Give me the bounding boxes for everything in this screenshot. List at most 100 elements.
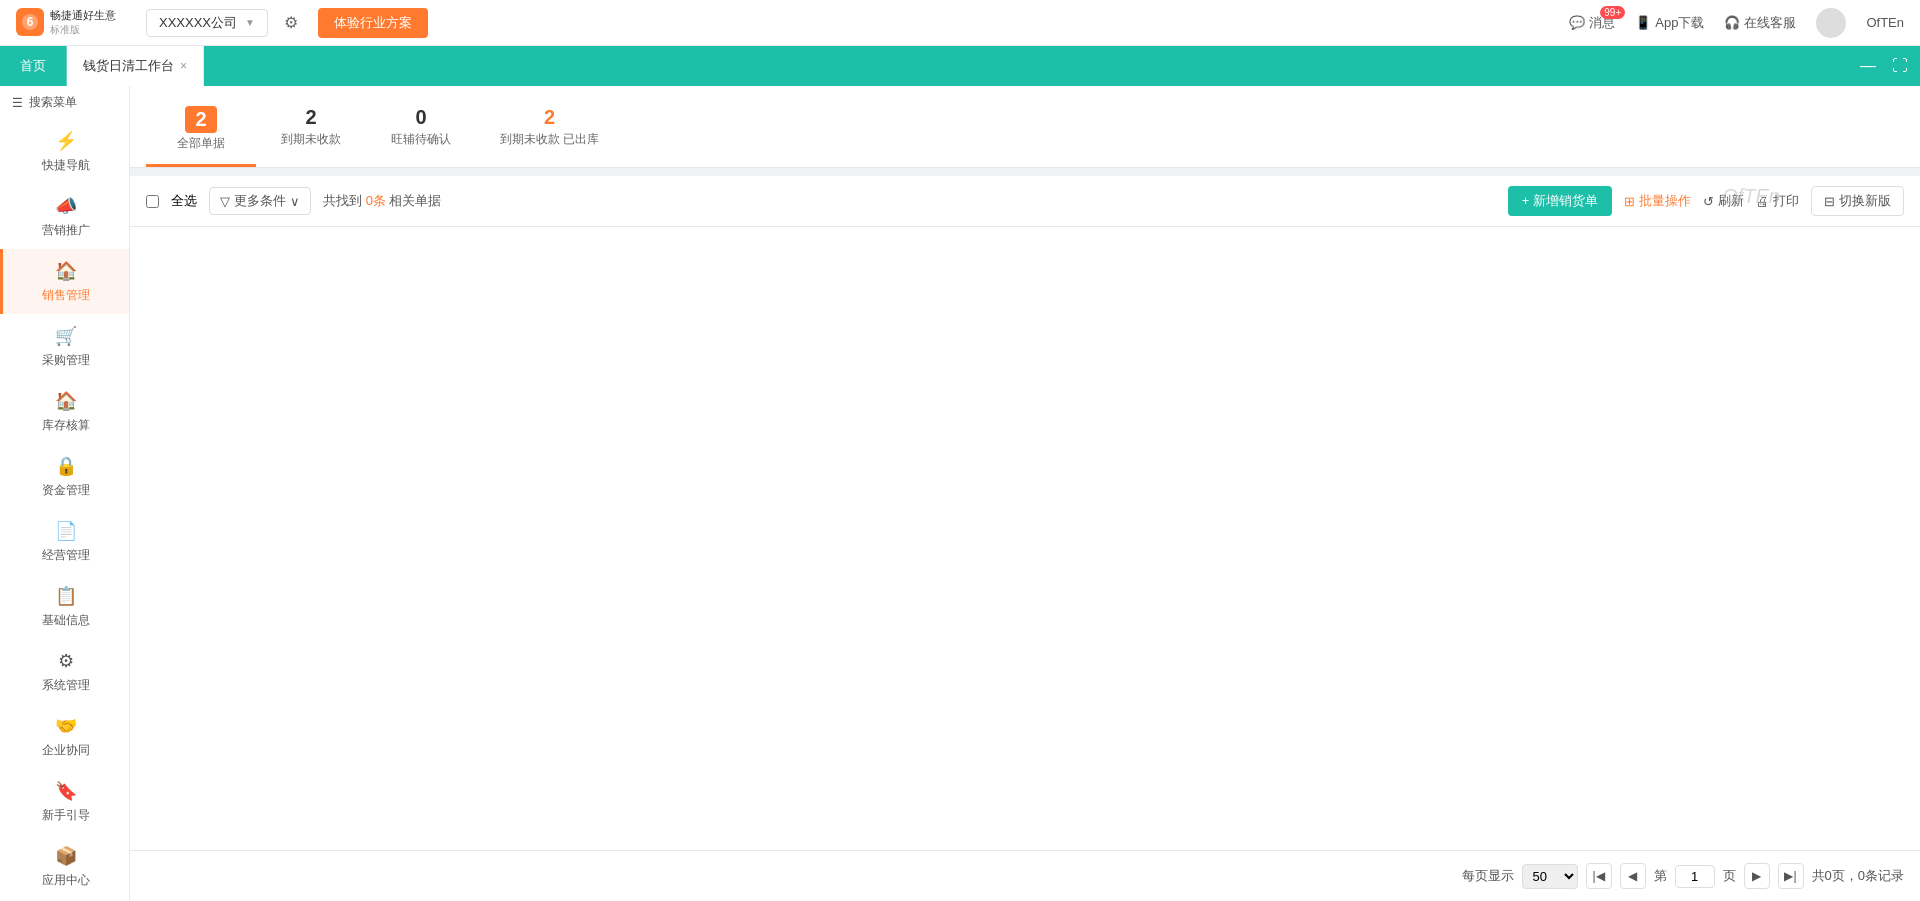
- sidebar-item-app-center[interactable]: 📦 应用中心: [0, 834, 129, 899]
- tab-close-icon[interactable]: ×: [180, 59, 187, 73]
- refresh-icon: ↺: [1703, 194, 1714, 209]
- sidebar-item-purchase[interactable]: 🛒 采购管理: [0, 314, 129, 379]
- service-icon: 🎧: [1724, 15, 1740, 30]
- stat-tab-not-shipped[interactable]: 2 到期未收款 已出库: [476, 98, 623, 167]
- stat-number-all: 2: [185, 106, 216, 133]
- first-page-button[interactable]: |◀: [1586, 863, 1612, 889]
- header-right: 💬 消息 99+ 📱 App下载 🎧 在线客服 OfTEn: [1569, 8, 1904, 38]
- print-button[interactable]: 🖨 打印: [1756, 192, 1799, 210]
- stat-label-overdue: 到期未收款: [281, 131, 341, 148]
- pagination-bar: 每页显示 50 100 200 |◀ ◀ 第 1 页 ▶ ▶| 共0页，0条记录: [130, 850, 1920, 901]
- chevron-down-icon: ▼: [245, 17, 255, 28]
- filter-icon: ▽: [220, 194, 230, 209]
- tab-home[interactable]: 首页: [0, 46, 67, 86]
- app-center-icon: 📦: [54, 844, 78, 868]
- sidebar-item-system[interactable]: ⚙ 系统管理: [0, 639, 129, 704]
- stat-label-wangwang: 旺辅待确认: [391, 131, 451, 148]
- toolbar-right: + 新增销货单 ⊞ 批量操作 ↺ 刷新 🖨 打印 ⊟ 切换新版: [1508, 186, 1904, 216]
- stat-label-all: 全部单据: [177, 135, 225, 152]
- marketing-icon: 📣: [54, 194, 78, 218]
- company-name: XXXXXX公司: [159, 14, 237, 32]
- sidebar-item-cooperation[interactable]: 🤝 企业协同: [0, 704, 129, 769]
- purchase-icon: 🛒: [54, 324, 78, 348]
- svg-text:6: 6: [27, 15, 34, 29]
- batch-ops-button[interactable]: ⊞ 批量操作: [1624, 192, 1691, 210]
- page-label-end: 页: [1723, 867, 1736, 885]
- page-label: 第: [1654, 867, 1667, 885]
- sidebar-item-finance[interactable]: 🔒 资金管理: [0, 444, 129, 509]
- main-layout: ☰ 搜索菜单 ⚡ 快捷导航 📣 营销推广 🏠 销售管理 🛒 采购管理 🏠 库存核…: [0, 86, 1920, 901]
- download-icon: 📱: [1635, 15, 1651, 30]
- trial-button[interactable]: 体验行业方案: [318, 8, 428, 38]
- refresh-button[interactable]: ↺ 刷新: [1703, 192, 1744, 210]
- app-download-button[interactable]: 📱 App下载: [1635, 14, 1704, 32]
- sidebar-item-operation[interactable]: 📄 经营管理: [0, 509, 129, 574]
- stat-label-not-shipped: 到期未收款 已出库: [500, 131, 599, 148]
- sidebar-item-marketing[interactable]: 📣 营销推广: [0, 184, 129, 249]
- search-icon: ☰: [12, 96, 23, 110]
- sidebar-item-guide[interactable]: 🔖 新手引导: [0, 769, 129, 834]
- message-icon: 💬: [1569, 15, 1585, 30]
- print-icon: 🖨: [1756, 194, 1769, 209]
- sidebar-item-inventory[interactable]: 🏠 库存核算: [0, 379, 129, 444]
- add-sale-order-button[interactable]: + 新增销货单: [1508, 186, 1612, 216]
- operation-icon: 📄: [54, 519, 78, 543]
- total-info: 共0页，0条记录: [1812, 867, 1904, 885]
- inventory-icon: 🏠: [54, 389, 78, 413]
- system-icon: ⚙: [54, 649, 78, 673]
- sidebar-item-base-info[interactable]: 📋 基础信息: [0, 574, 129, 639]
- base-info-icon: 📋: [54, 584, 78, 608]
- stat-tab-wangwang[interactable]: 0 旺辅待确认: [366, 98, 476, 167]
- top-header: 6 畅捷通好生意 标准版 XXXXXX公司 ▼ ⚙ 体验行业方案 💬 消息 99…: [0, 0, 1920, 46]
- stats-bar: 2 全部单据 2 到期未收款 0 旺辅待确认 2 到期未收款 已出库: [130, 86, 1920, 168]
- app-version: 标准版: [50, 23, 116, 37]
- tab-bar: 首页 钱货日清工作台 × — ⛶: [0, 46, 1920, 86]
- last-page-button[interactable]: ▶|: [1778, 863, 1804, 889]
- tab-minimize-icon[interactable]: —: [1856, 53, 1880, 79]
- sales-icon: 🏠: [54, 259, 78, 283]
- chevron-down-icon: ∨: [290, 194, 300, 209]
- company-selector[interactable]: XXXXXX公司 ▼: [146, 9, 268, 37]
- select-all-checkbox[interactable]: [146, 195, 159, 208]
- switch-version-button[interactable]: ⊟ 切换新版: [1811, 186, 1904, 216]
- logo-area: 6 畅捷通好生意 标准版: [16, 8, 146, 36]
- sidebar-item-search-menu[interactable]: ☰ 搜索菜单: [0, 86, 129, 119]
- finance-icon: 🔒: [54, 454, 78, 478]
- app-name: 畅捷通好生意: [50, 8, 116, 22]
- tab-maximize-icon[interactable]: ⛶: [1888, 53, 1912, 79]
- toolbar: 全选 ▽ 更多条件 ∨ 共找到 0条 相关单据 + 新增销货单 ⊞ 批量操作 ↺: [130, 176, 1920, 227]
- per-page-label: 每页显示: [1462, 867, 1514, 885]
- per-page-select[interactable]: 50 100 200: [1522, 864, 1578, 889]
- found-count: 0条: [366, 193, 386, 208]
- sidebar-item-quick-nav[interactable]: ⚡ 快捷导航: [0, 119, 129, 184]
- sidebar-item-sales[interactable]: 🏠 销售管理: [0, 249, 129, 314]
- main-content: 2 全部单据 2 到期未收款 0 旺辅待确认 2 到期未收款 已出库 全选 ▽ …: [130, 86, 1920, 901]
- stat-number-wangwang: 0: [415, 106, 426, 129]
- online-service-button[interactable]: 🎧 在线客服: [1724, 14, 1796, 32]
- tab-bar-right: — ⛶: [1856, 46, 1920, 86]
- batch-icon: ⊞: [1624, 194, 1635, 209]
- settings-button[interactable]: ⚙: [276, 8, 306, 38]
- guide-icon: 🔖: [54, 779, 78, 803]
- user-name: OfTEn: [1866, 15, 1904, 30]
- next-page-button[interactable]: ▶: [1744, 863, 1770, 889]
- found-text: 共找到 0条 相关单据: [323, 192, 441, 210]
- stat-number-not-shipped: 2: [544, 106, 555, 129]
- stat-number-overdue: 2: [305, 106, 316, 129]
- content-area: [130, 227, 1920, 850]
- prev-page-button[interactable]: ◀: [1620, 863, 1646, 889]
- select-all-label: 全选: [171, 192, 197, 210]
- message-badge: 99+: [1600, 6, 1625, 19]
- page-input[interactable]: 1: [1675, 865, 1715, 888]
- app-logo-icon: 6: [16, 8, 44, 36]
- stat-tab-all[interactable]: 2 全部单据: [146, 98, 256, 167]
- avatar[interactable]: [1816, 8, 1846, 38]
- switch-icon: ⊟: [1824, 194, 1835, 209]
- stat-tab-overdue[interactable]: 2 到期未收款: [256, 98, 366, 167]
- cooperation-icon: 🤝: [54, 714, 78, 738]
- tab-current[interactable]: 钱货日清工作台 ×: [67, 46, 204, 86]
- sidebar: ☰ 搜索菜单 ⚡ 快捷导航 📣 营销推广 🏠 销售管理 🛒 采购管理 🏠 库存核…: [0, 86, 130, 901]
- message-button[interactable]: 💬 消息 99+: [1569, 14, 1615, 32]
- lightning-icon: ⚡: [54, 129, 78, 153]
- more-filters-button[interactable]: ▽ 更多条件 ∨: [209, 187, 311, 215]
